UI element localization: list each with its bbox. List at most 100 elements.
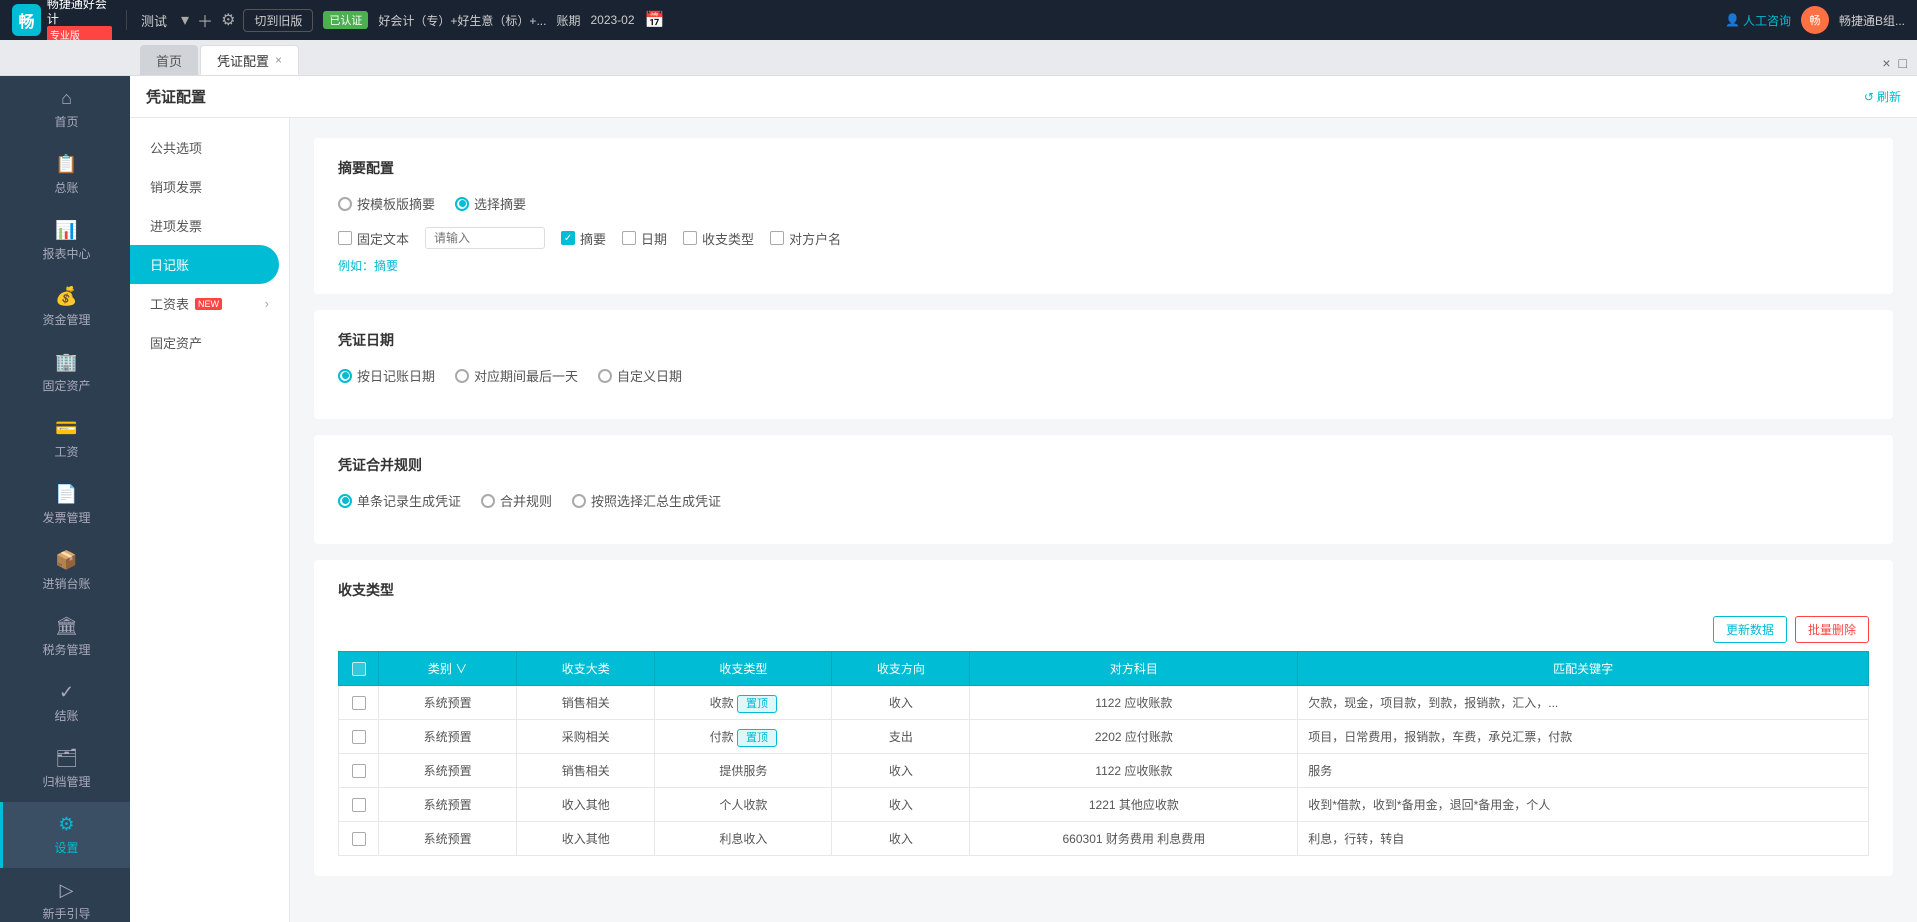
sidebar-item-archive[interactable]: 🗂 归档管理: [0, 736, 130, 802]
service-link[interactable]: 👤 人工咨询: [1725, 12, 1791, 29]
sidebar-item-reports[interactable]: 📊 报表中心: [0, 208, 130, 274]
cell-checkbox-0[interactable]: [339, 686, 379, 720]
purchase-icon: 📦: [55, 550, 77, 571]
cell-direction-0: 收入: [832, 686, 970, 720]
cell-keywords-1: 项目，日常费用，报销款，车费，承兑汇票，付款: [1298, 720, 1869, 754]
merge-section: 凭证合并规则 单条记录生成凭证 合并规则 按照选择汇总生成凭证: [314, 435, 1893, 544]
checkbox-fixed-text-label: 固定文本: [357, 229, 409, 248]
avatar: 畅: [1801, 6, 1829, 34]
sidebar-item-settings[interactable]: ⚙ 设置: [0, 802, 130, 868]
checkbox-summary[interactable]: ✓ 摘要: [561, 229, 606, 248]
menu-item-journal[interactable]: 日记账: [130, 245, 279, 284]
service-label: 人工咨询: [1743, 12, 1791, 29]
sidebar-label-assets: 固定资产: [42, 377, 90, 394]
service-icon: 👤: [1725, 13, 1740, 27]
radio-select-summary[interactable]: 选择摘要: [455, 194, 526, 213]
cell-checkbox-1[interactable]: [339, 720, 379, 754]
checkbox-income-type[interactable]: 收支类型: [683, 229, 754, 248]
maximize-window-btn[interactable]: □: [1899, 55, 1907, 71]
sidebar-item-salary[interactable]: 💳 工资: [0, 406, 130, 472]
radio-merge-rule[interactable]: 合并规则: [481, 491, 552, 510]
radio-aggregate[interactable]: 按照选择汇总生成凭证: [572, 491, 721, 510]
tab-close-icon[interactable]: ×: [275, 53, 282, 67]
th-keywords: 匹配关键字: [1298, 652, 1869, 686]
type-tag-0[interactable]: 置顶: [737, 695, 777, 713]
cell-type-3: 个人收款: [655, 788, 832, 822]
sidebar-item-invoice[interactable]: 📄 发票管理: [0, 472, 130, 538]
cell-subject-3: 1221 其他应收款: [970, 788, 1298, 822]
assets-icon: 🏢: [55, 352, 77, 373]
radio-period-last-day[interactable]: 对应期间最后一天: [455, 366, 578, 385]
menu-label-journal: 日记账: [150, 255, 189, 274]
checkbox-counterpart[interactable]: 对方户名: [770, 229, 841, 248]
menu-item-purchase-invoice[interactable]: 进项发票: [130, 206, 289, 245]
sidebar-item-funds[interactable]: 💰 资金管理: [0, 274, 130, 340]
table-header-row: 更新数据 批量删除: [338, 616, 1869, 643]
certified-tag: 已认证: [323, 11, 368, 29]
radio-template-summary[interactable]: 按模板版摘要: [338, 194, 435, 213]
switch-version-btn[interactable]: 切到旧版: [243, 9, 313, 32]
radio-single-record[interactable]: 单条记录生成凭证: [338, 491, 461, 510]
checkbox-date[interactable]: 日期: [622, 229, 667, 248]
radio-aggregate-circle: [572, 494, 586, 508]
funds-icon: 💰: [55, 286, 77, 307]
checkbox-fixed-text[interactable]: 固定文本: [338, 229, 409, 248]
add-btn[interactable]: ＋: [197, 8, 213, 32]
cell-checkbox-4[interactable]: [339, 822, 379, 856]
checkbox-date-label: 日期: [641, 229, 667, 248]
menu-item-salary-table[interactable]: 工资表 NEW ›: [130, 284, 289, 323]
summary-radio-group: 按模板版摘要 选择摘要: [338, 194, 1869, 213]
income-table: 类别 ∨ 收支大类 收支类型 收支方向 对方科目 匹配关键字 系统预置 销售相关: [338, 651, 1869, 856]
th-checkbox[interactable]: [339, 652, 379, 686]
close-window-btn[interactable]: ×: [1882, 55, 1890, 71]
menu-label-sales-invoice: 销项发票: [150, 177, 202, 196]
checkbox-summary-label: 摘要: [580, 229, 606, 248]
sidebar-item-close[interactable]: ✓ 结账: [0, 670, 130, 736]
th-category: 类别 ∨: [379, 652, 517, 686]
checkbox-date-box: [622, 231, 636, 245]
date-section: 凭证日期 按日记账日期 对应期间最后一天 自定义日期: [314, 310, 1893, 419]
sidebar-label-reports: 报表中心: [42, 245, 90, 262]
tab-home[interactable]: 首页: [140, 45, 198, 75]
menu-item-sales-invoice[interactable]: 销项发票: [130, 167, 289, 206]
sidebar-item-tax[interactable]: 🏛 税务管理: [0, 604, 130, 670]
tab-active-label: 凭证配置: [217, 51, 269, 70]
sidebar: ⌂ 首页 📋 总账 📊 报表中心 💰 资金管理 🏢 固定资产 💳 工资 📄 发票…: [0, 76, 130, 922]
sidebar-item-guide[interactable]: ▷ 新手引导: [0, 868, 130, 922]
checkbox-income-type-label: 收支类型: [702, 229, 754, 248]
tab-voucher-config[interactable]: 凭证配置 ×: [200, 45, 299, 75]
batch-delete-btn[interactable]: 批量删除: [1795, 616, 1869, 643]
guide-icon: ▷: [60, 880, 74, 901]
example-value: 摘要: [374, 259, 398, 273]
dropdown-arrow-btn[interactable]: ▾: [181, 10, 189, 30]
sidebar-item-purchase[interactable]: 📦 进销台账: [0, 538, 130, 604]
type-tag-1[interactable]: 置顶: [737, 729, 777, 747]
radio-by-journal-date[interactable]: 按日记账日期: [338, 366, 435, 385]
sidebar-label-ledger: 总账: [54, 179, 78, 196]
sidebar-label-invoice: 发票管理: [42, 509, 90, 526]
update-data-btn[interactable]: 更新数据: [1713, 616, 1787, 643]
checkbox-income-type-box: [683, 231, 697, 245]
cell-category-0: 系统预置: [379, 686, 517, 720]
left-menu: 公共选项 销项发票 进项发票 日记账 工资表 NEW › 固定资产: [130, 118, 290, 922]
sidebar-item-ledger[interactable]: 📋 总账: [0, 142, 130, 208]
sidebar-item-home[interactable]: ⌂ 首页: [0, 76, 130, 142]
calendar-btn[interactable]: 📅: [645, 10, 665, 30]
ledger-icon: 📋: [55, 154, 77, 175]
tab-bar-right: × □: [1882, 55, 1917, 75]
cell-type-4: 利息收入: [655, 822, 832, 856]
menu-item-public[interactable]: 公共选项: [130, 128, 289, 167]
cell-checkbox-2[interactable]: [339, 754, 379, 788]
cell-category-3: 系统预置: [379, 788, 517, 822]
cell-checkbox-3[interactable]: [339, 788, 379, 822]
summary-title: 摘要配置: [338, 158, 1869, 178]
sidebar-item-assets[interactable]: 🏢 固定资产: [0, 340, 130, 406]
fixed-text-input[interactable]: [425, 227, 545, 249]
menu-item-fixed-assets[interactable]: 固定资产: [130, 323, 289, 362]
settings-btn[interactable]: ⚙: [221, 10, 235, 30]
income-section: 收支类型 更新数据 批量删除 类别 ∨ 收支大类: [314, 560, 1893, 876]
cell-subject-1: 2202 应付账款: [970, 720, 1298, 754]
radio-custom-date[interactable]: 自定义日期: [598, 366, 682, 385]
radio-select-circle: [455, 197, 469, 211]
refresh-btn[interactable]: ↺ 刷新: [1864, 88, 1901, 105]
